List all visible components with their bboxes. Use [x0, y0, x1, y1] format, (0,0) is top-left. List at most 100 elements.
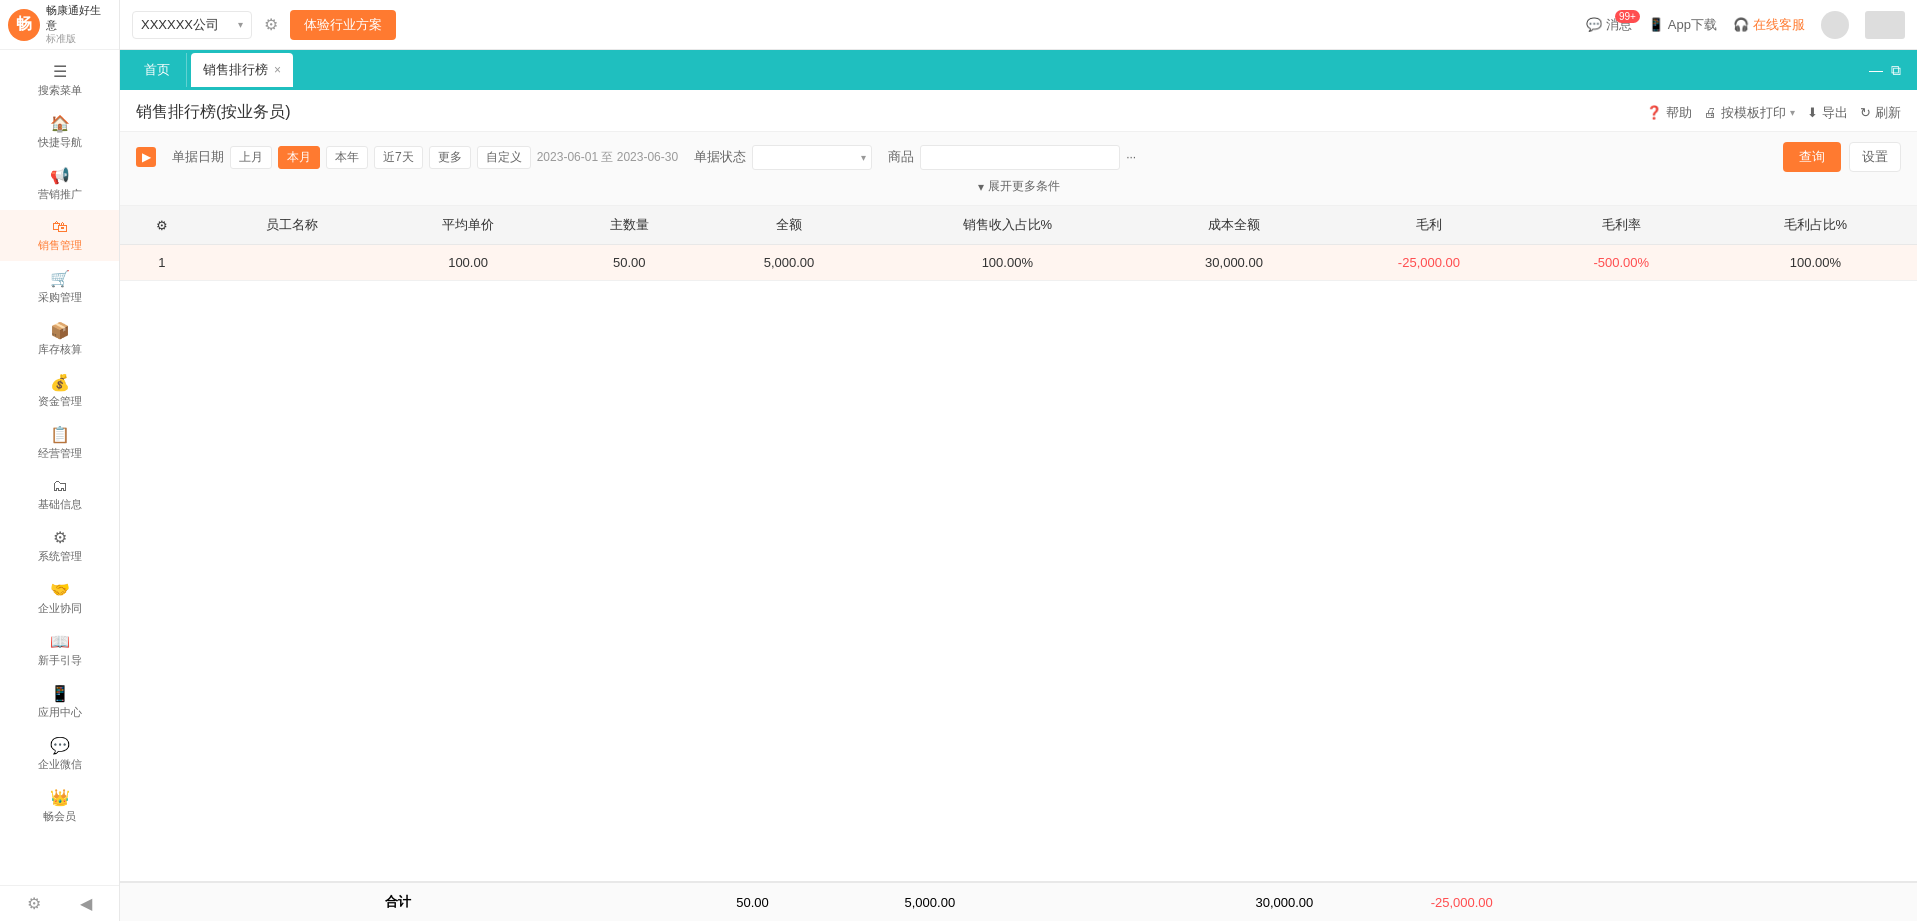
sidebar-label-purchase: 采购管理	[38, 290, 82, 305]
date-more-btn[interactable]: 更多	[429, 146, 471, 169]
purchase-icon: 🛒	[50, 269, 70, 288]
tab-home[interactable]: 首页	[128, 53, 187, 87]
app-download-label: App下载	[1668, 16, 1717, 34]
goods-more-icon[interactable]: ···	[1126, 150, 1136, 164]
goods-input[interactable]	[920, 145, 1120, 170]
user-name-block[interactable]	[1865, 11, 1905, 39]
sidebar-item-marketing[interactable]: 📢 营销推广	[0, 158, 119, 210]
page-title: 销售排行榜(按业务员)	[136, 102, 291, 123]
date-filter-label: 单据日期	[172, 148, 224, 166]
sidebar-item-basic[interactable]: 🗂基础信息	[0, 469, 119, 520]
print-button[interactable]: 🖨 按模板打印 ▾	[1704, 104, 1795, 122]
sidebar-item-member[interactable]: 👑畅会员	[0, 780, 119, 832]
sidebar-item-nav[interactable]: 🏠 快捷导航	[0, 106, 119, 158]
table-footer: 合计50.005,000.0030,000.00-25,000.00	[120, 881, 1917, 921]
cell-0-3: 50.00	[556, 245, 702, 281]
marketing-icon: 📢	[50, 166, 70, 185]
app-download-button[interactable]: 📱 App下载	[1648, 16, 1717, 34]
company-selector[interactable]: XXXXXX公司 ▾	[132, 11, 252, 39]
basic-icon: 🗂	[52, 477, 68, 495]
footer-cell-1: 合计	[309, 893, 486, 911]
online-service-button[interactable]: 🎧 在线客服	[1733, 16, 1805, 34]
sidebar-item-system[interactable]: ⚙ 系统管理	[0, 520, 119, 572]
sidebar-label-system: 系统管理	[38, 549, 82, 564]
logo-sub: 标准版	[46, 32, 111, 46]
wechat-icon: 💬	[50, 736, 70, 755]
expand-label: 展开更多条件	[988, 178, 1060, 195]
cell-0-0: 1	[120, 245, 204, 281]
date-this-month-btn[interactable]: 本月	[278, 146, 320, 169]
message-button[interactable]: 💬 消息 99+	[1586, 16, 1632, 34]
date-recent7-btn[interactable]: 近7天	[374, 146, 423, 169]
restore-icon[interactable]: ⧉	[1891, 62, 1901, 79]
message-badge: 99+	[1615, 10, 1640, 23]
sidebar-label-marketing: 营销推广	[38, 187, 82, 202]
minimize-icon[interactable]: —	[1869, 62, 1883, 78]
cell-0-1	[204, 245, 380, 281]
date-prev-month-btn[interactable]: 上月	[230, 146, 272, 169]
user-avatar[interactable]	[1821, 11, 1849, 39]
sidebar-label-finance: 资金管理	[38, 394, 82, 409]
col-header-8: 毛利率	[1529, 206, 1714, 245]
topbar-right: 💬 消息 99+ 📱 App下载 🎧 在线客服	[1586, 11, 1905, 39]
sidebar-item-appstore[interactable]: 📱应用中心	[0, 676, 119, 728]
filter-status: 单据状态 ▾	[694, 145, 872, 170]
settings-icon[interactable]: ⚙	[27, 894, 41, 913]
refresh-label: 刷新	[1875, 104, 1901, 122]
help-icon: ❓	[1646, 105, 1662, 120]
cell-0-7: -25,000.00	[1329, 245, 1529, 281]
tab-sales-ranking[interactable]: 销售排行榜 ×	[191, 53, 293, 87]
status-select[interactable]	[752, 145, 872, 170]
sidebar-label-guide: 新手引导	[38, 653, 82, 668]
page-header: 销售排行榜(按业务员) ❓ 帮助 🖨 按模板打印 ▾ ⬇ 导出 ↻ 刷新	[120, 90, 1917, 132]
settings-button[interactable]: 设置	[1849, 142, 1901, 172]
refresh-button[interactable]: ↻ 刷新	[1860, 104, 1901, 122]
query-button[interactable]: 查询	[1783, 142, 1841, 172]
filter-toggle-button[interactable]: ▶	[136, 147, 156, 167]
logo-text-block: 畅康通好生意 标准版	[46, 3, 111, 46]
guide-icon: 📖	[50, 632, 70, 651]
message-icon: 💬	[1586, 17, 1602, 32]
status-filter-label: 单据状态	[694, 148, 746, 166]
sidebar: 畅 畅康通好生意 标准版 ☰搜索菜单 🏠 快捷导航 📢 营销推广 🛍销售管理 🛒 采购管理 📦库…	[0, 0, 120, 921]
cell-0-2: 100.00	[380, 245, 556, 281]
sidebar-item-search[interactable]: ☰搜索菜单	[0, 54, 119, 106]
nav-icon: 🏠	[50, 114, 70, 133]
col-header-0: ⚙	[120, 206, 204, 245]
date-this-year-btn[interactable]: 本年	[326, 146, 368, 169]
col-header-6: 成本全额	[1139, 206, 1329, 245]
col-header-4: 全额	[702, 206, 875, 245]
logo-icon: 畅	[8, 9, 40, 41]
sidebar-item-inventory[interactable]: 📦库存核算	[0, 313, 119, 365]
tabbar: 首页 销售排行榜 × — ⧉	[120, 50, 1917, 90]
system-icon: ⚙	[53, 528, 67, 547]
mobile-icon: 📱	[1648, 17, 1664, 32]
sales-icon: 🛍	[52, 218, 68, 236]
settings-col-icon[interactable]: ⚙	[156, 218, 168, 233]
sidebar-bottom: ⚙ ◀	[0, 885, 119, 921]
sidebar-label-nav: 快捷导航	[38, 135, 82, 150]
sidebar-item-operation[interactable]: 📋经营管理	[0, 417, 119, 469]
sidebar-logo: 畅 畅康通好生意 标准版	[0, 0, 119, 50]
date-custom-btn[interactable]: 自定义	[477, 146, 531, 169]
sidebar-item-finance[interactable]: 💰资金管理	[0, 365, 119, 417]
export-label: 导出	[1822, 104, 1848, 122]
gear-icon[interactable]: ⚙	[260, 11, 282, 38]
help-button[interactable]: ❓ 帮助	[1646, 104, 1692, 122]
sidebar-item-purchase[interactable]: 🛒 采购管理	[0, 261, 119, 313]
member-icon: 👑	[50, 788, 70, 807]
print-label: 按模板打印	[1721, 104, 1786, 122]
tab-close-icon[interactable]: ×	[274, 63, 281, 77]
sidebar-item-collab[interactable]: 🤝企业协同	[0, 572, 119, 624]
trial-button[interactable]: 体验行业方案	[290, 10, 396, 40]
collapse-icon[interactable]: ◀	[80, 894, 92, 913]
export-button[interactable]: ⬇ 导出	[1807, 104, 1848, 122]
page-content: 销售排行榜(按业务员) ❓ 帮助 🖨 按模板打印 ▾ ⬇ 导出 ↻ 刷新	[120, 90, 1917, 921]
expand-more-conditions[interactable]: ▾ 展开更多条件	[136, 178, 1901, 195]
sidebar-item-sales[interactable]: 🛍销售管理	[0, 210, 119, 261]
page-actions: ❓ 帮助 🖨 按模板打印 ▾ ⬇ 导出 ↻ 刷新	[1646, 104, 1901, 122]
sidebar-item-wechat[interactable]: 💬 企业微信	[0, 728, 119, 780]
sidebar-label-wechat: 企业微信	[38, 757, 82, 772]
sidebar-item-guide[interactable]: 📖 新手引导	[0, 624, 119, 676]
col-header-5: 销售收入占比%	[876, 206, 1140, 245]
